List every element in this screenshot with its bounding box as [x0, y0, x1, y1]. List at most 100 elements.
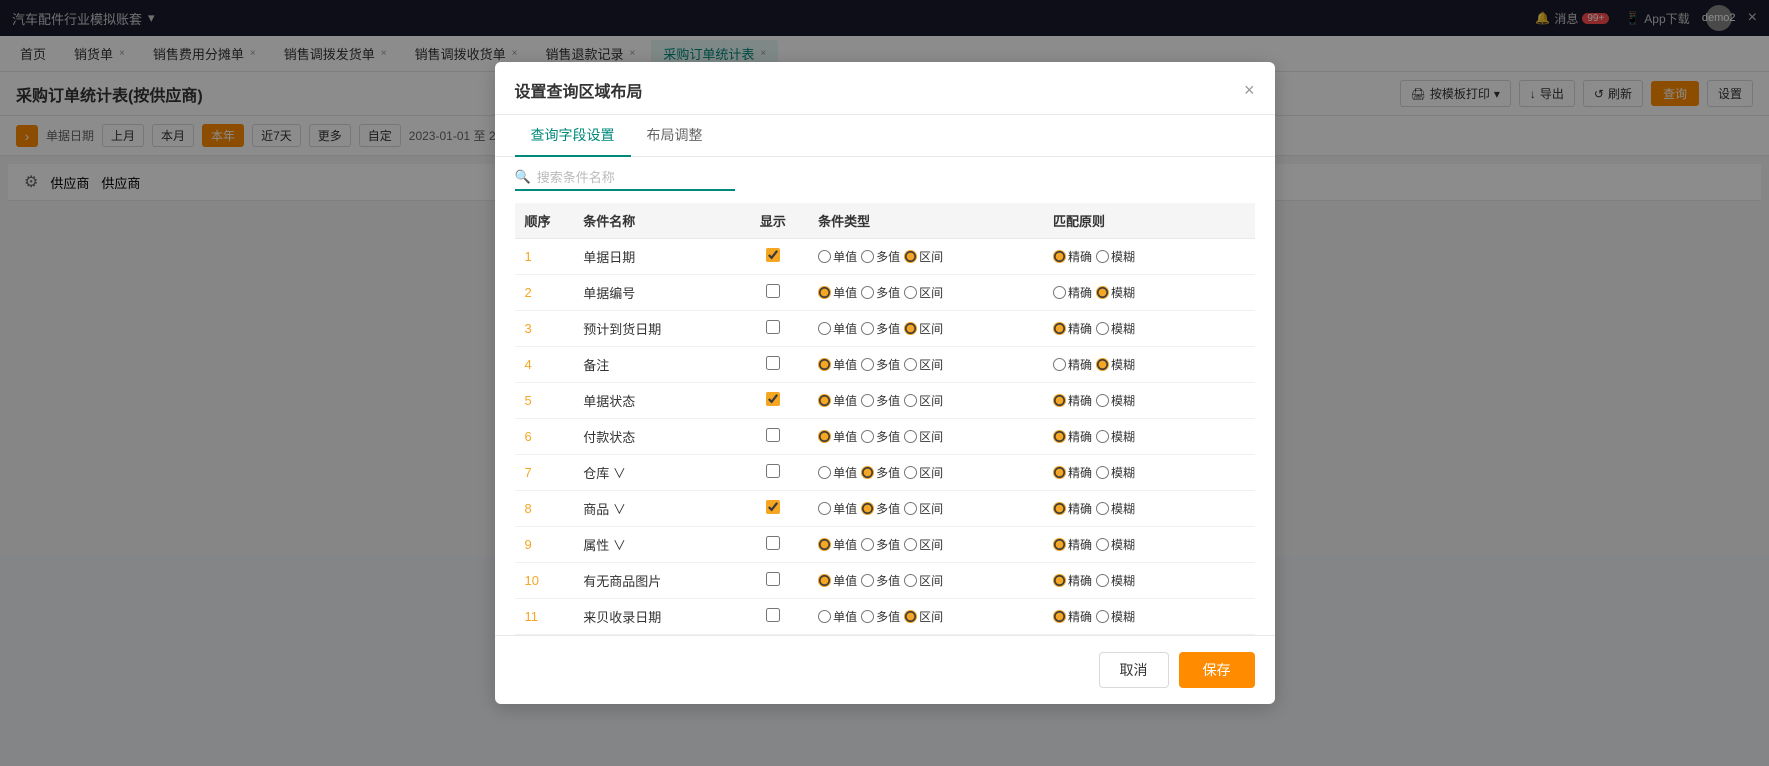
table-row: 10有无商品图片单值多值区间精确模糊: [515, 563, 1255, 599]
type-option-单值[interactable]: 单值: [818, 536, 857, 553]
row-order: 8: [515, 491, 574, 527]
modal-tab-layout[interactable]: 布局调整: [631, 115, 719, 157]
match-option-精确[interactable]: 精确: [1053, 464, 1092, 481]
th-name: 条件名称: [573, 203, 737, 239]
match-option-精确[interactable]: 精确: [1053, 320, 1092, 337]
row-name: 单据编号: [573, 275, 737, 311]
match-option-模糊[interactable]: 模糊: [1096, 392, 1135, 409]
match-option-模糊[interactable]: 模糊: [1096, 320, 1135, 337]
match-option-精确[interactable]: 精确: [1053, 500, 1092, 517]
row-display: [738, 563, 808, 599]
match-option-模糊[interactable]: 模糊: [1096, 536, 1135, 553]
type-option-区间[interactable]: 区间: [904, 356, 943, 373]
display-checkbox[interactable]: [766, 284, 780, 298]
modal-close-button[interactable]: ×: [1244, 80, 1255, 101]
match-option-精确[interactable]: 精确: [1053, 356, 1092, 373]
match-option-模糊[interactable]: 模糊: [1096, 284, 1135, 301]
type-option-单值[interactable]: 单值: [818, 320, 857, 337]
match-option-模糊[interactable]: 模糊: [1096, 464, 1135, 481]
match-option-精确[interactable]: 精确: [1053, 608, 1092, 625]
row-display: [738, 491, 808, 527]
row-type: 单值多值区间: [808, 239, 1043, 275]
row-order: 4: [515, 347, 574, 383]
search-input[interactable]: [537, 170, 717, 185]
match-option-模糊[interactable]: 模糊: [1096, 608, 1135, 625]
row-type: 单值多值区间: [808, 275, 1043, 311]
type-option-区间[interactable]: 区间: [904, 536, 943, 553]
table-row: 3预计到货日期单值多值区间精确模糊: [515, 311, 1255, 347]
type-option-多值[interactable]: 多值: [861, 284, 900, 301]
modal-tab-query[interactable]: 查询字段设置: [515, 115, 631, 157]
display-checkbox[interactable]: [766, 356, 780, 370]
save-button[interactable]: 保存: [1179, 652, 1255, 688]
type-option-多值[interactable]: 多值: [861, 500, 900, 517]
row-type: 单值多值区间: [808, 311, 1043, 347]
display-checkbox[interactable]: [766, 320, 780, 334]
type-option-单值[interactable]: 单值: [818, 392, 857, 409]
type-option-区间[interactable]: 区间: [904, 572, 943, 589]
type-option-单值[interactable]: 单值: [818, 572, 857, 589]
row-match: 精确模糊: [1043, 563, 1254, 599]
type-option-区间[interactable]: 区间: [904, 464, 943, 481]
display-checkbox[interactable]: [766, 536, 780, 550]
type-option-单值[interactable]: 单值: [818, 284, 857, 301]
table-row: 11 来贝收录日期 单值多值区间 精确模糊: [515, 599, 1255, 635]
type-option-多值[interactable]: 多值: [861, 428, 900, 445]
row-match: 精确模糊: [1043, 239, 1254, 275]
type-option-多值[interactable]: 多值: [861, 392, 900, 409]
modal-search-area: 🔍: [495, 157, 1275, 203]
display-checkbox[interactable]: [766, 464, 780, 478]
order-number: 11: [525, 609, 539, 624]
type-option-单值[interactable]: 单值: [818, 428, 857, 445]
type-option-单值[interactable]: 单值: [818, 500, 857, 517]
match-option-精确[interactable]: 精确: [1053, 428, 1092, 445]
row-order: 11: [515, 599, 574, 635]
type-option-区间[interactable]: 区间: [904, 320, 943, 337]
type-option-多值[interactable]: 多值: [861, 608, 900, 625]
match-option-模糊[interactable]: 模糊: [1096, 572, 1135, 589]
type-radio-group: 单值多值区间: [818, 464, 1033, 481]
type-option-区间[interactable]: 区间: [904, 608, 943, 625]
type-option-区间[interactable]: 区间: [904, 284, 943, 301]
order-number: 10: [525, 573, 539, 588]
match-option-精确[interactable]: 精确: [1053, 572, 1092, 589]
display-checkbox[interactable]: [766, 572, 780, 586]
type-option-多值[interactable]: 多值: [861, 536, 900, 553]
match-option-模糊[interactable]: 模糊: [1096, 428, 1135, 445]
type-option-多值[interactable]: 多值: [861, 320, 900, 337]
match-option-模糊[interactable]: 模糊: [1096, 500, 1135, 517]
type-option-区间[interactable]: 区间: [904, 248, 943, 265]
type-option-单值[interactable]: 单值: [818, 464, 857, 481]
match-option-精确[interactable]: 精确: [1053, 536, 1092, 553]
display-checkbox[interactable]: [766, 428, 780, 442]
table-row: 8商品 ∨单值多值区间精确模糊: [515, 491, 1255, 527]
table-row: 4备注单值多值区间精确模糊: [515, 347, 1255, 383]
type-option-多值[interactable]: 多值: [861, 356, 900, 373]
type-option-单值[interactable]: 单值: [818, 356, 857, 373]
display-checkbox[interactable]: [766, 392, 780, 406]
type-option-区间[interactable]: 区间: [904, 428, 943, 445]
match-option-精确[interactable]: 精确: [1053, 248, 1092, 265]
type-option-多值[interactable]: 多值: [861, 464, 900, 481]
row-name: 付款状态: [573, 419, 737, 455]
row-name: 仓库 ∨: [573, 455, 737, 491]
match-option-精确[interactable]: 精确: [1053, 392, 1092, 409]
type-option-区间[interactable]: 区间: [904, 500, 943, 517]
cancel-button[interactable]: 取消: [1099, 652, 1169, 688]
match-option-精确[interactable]: 精确: [1053, 284, 1092, 301]
type-option-多值[interactable]: 多值: [861, 572, 900, 589]
type-option-区间[interactable]: 区间: [904, 392, 943, 409]
row-match: 精确模糊: [1043, 311, 1254, 347]
match-radio-group: 精确模糊: [1053, 392, 1244, 409]
type-option-单值[interactable]: 单值: [818, 248, 857, 265]
display-checkbox[interactable]: [766, 500, 780, 514]
type-option-单值[interactable]: 单值: [818, 608, 857, 625]
match-option-模糊[interactable]: 模糊: [1096, 248, 1135, 265]
th-type: 条件类型: [808, 203, 1043, 239]
row-name: 来贝收录日期: [573, 599, 737, 635]
type-option-多值[interactable]: 多值: [861, 248, 900, 265]
row-display: [738, 599, 808, 635]
display-checkbox[interactable]: [766, 608, 780, 622]
match-option-模糊[interactable]: 模糊: [1096, 356, 1135, 373]
display-checkbox[interactable]: [766, 248, 780, 262]
